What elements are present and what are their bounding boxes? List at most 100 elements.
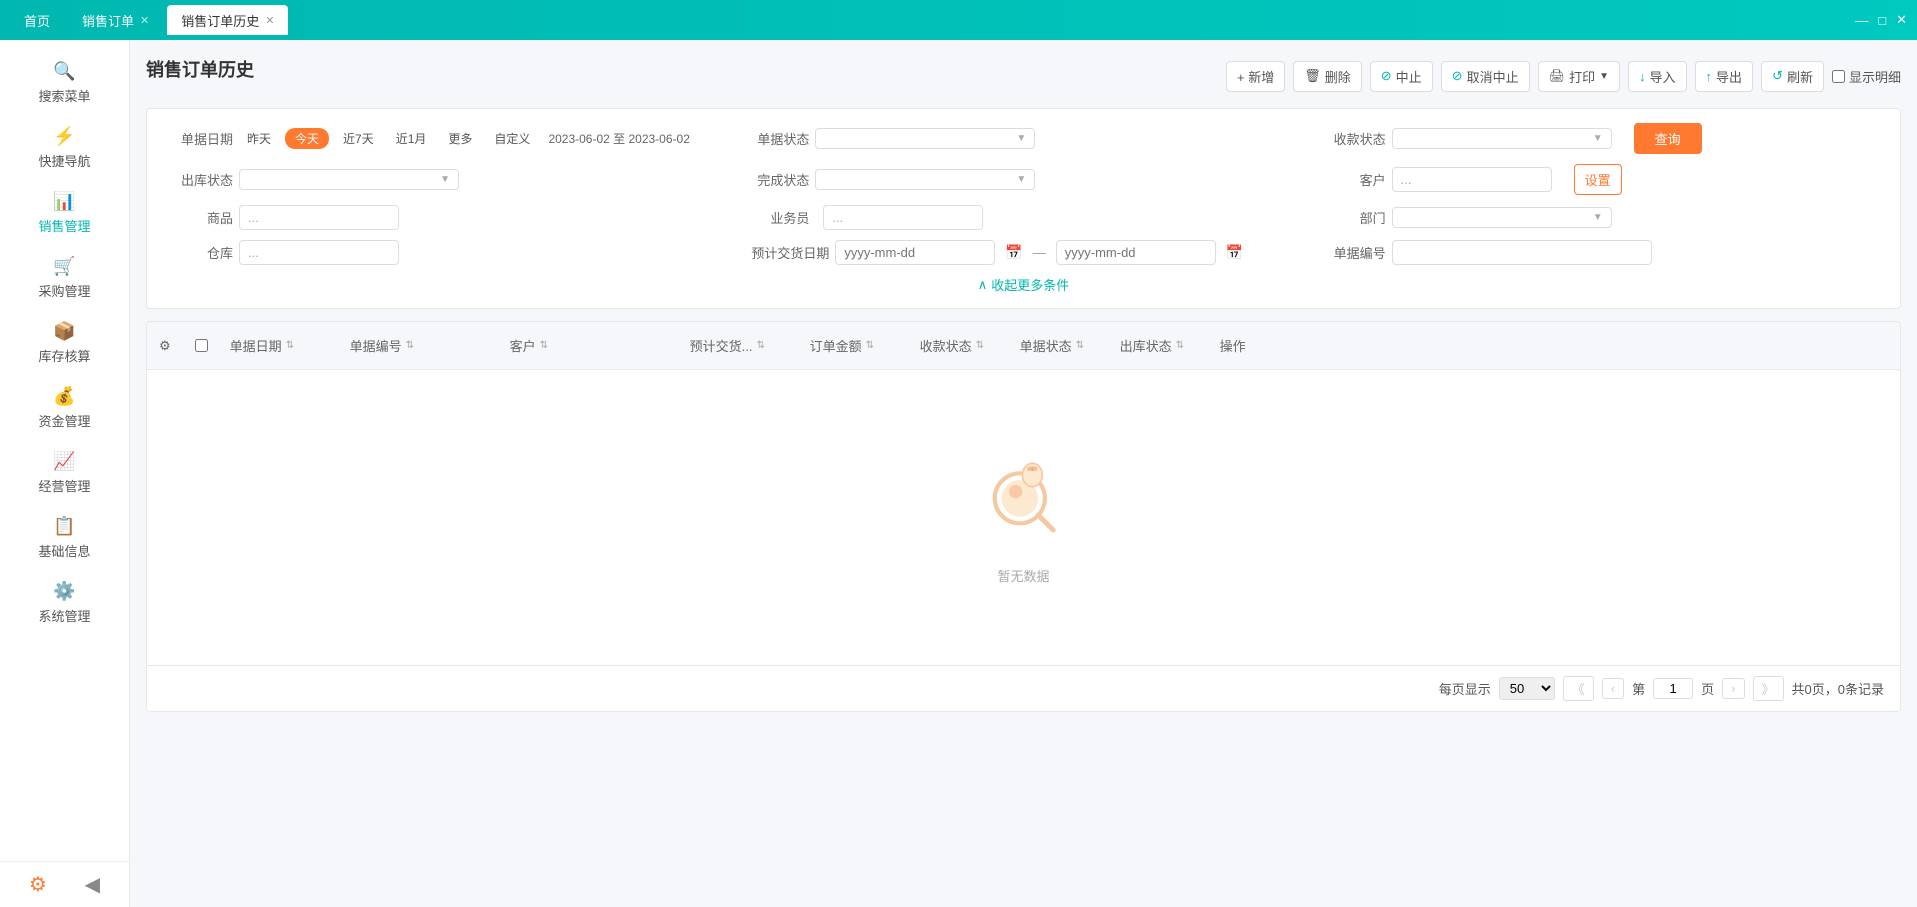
salesperson-label: 业务员 (739, 208, 809, 227)
page-input[interactable] (1653, 678, 1693, 699)
order-status-dropdown-icon: ▼ (1016, 133, 1026, 144)
select-all-checkbox[interactable] (195, 339, 208, 352)
stop-button[interactable]: ⊘ 中止 (1370, 61, 1433, 92)
th-delivery-sort[interactable]: ⇅ (757, 340, 765, 351)
page-size-select[interactable]: 50 10 20 100 (1499, 677, 1555, 700)
salesperson-input[interactable]: ... (823, 205, 983, 230)
main-layout: 🔍 搜索菜单 ⚡ 快捷导航 📊 销售管理 🛒 采购管理 📦 库存核算 💰 资金管… (0, 40, 1917, 907)
th-receipt-sort[interactable]: ⇅ (976, 340, 984, 351)
sidebar-item-sys-mgmt-label: 系统管理 (38, 606, 90, 625)
last-page-button[interactable]: 》 (1753, 676, 1784, 701)
date-btn-more[interactable]: 更多 (440, 128, 480, 149)
outbound-status-select[interactable]: ▼ (239, 169, 459, 190)
collapse-icon: ∧ (978, 277, 988, 293)
finance-icon: 💰 (54, 385, 76, 407)
th-number-sort[interactable]: ⇅ (406, 340, 414, 351)
date-label: 单据日期 (163, 129, 233, 148)
prev-page-button[interactable]: ‹ (1602, 678, 1624, 699)
th-settings[interactable]: ⚙ (147, 332, 183, 360)
sidebar-collapse-icon[interactable]: ◀ (85, 872, 100, 897)
show-detail-checkbox-wrap[interactable]: 显示明细 (1832, 67, 1901, 86)
customer-input[interactable]: ... (1392, 167, 1552, 192)
th-date-label: 单据日期 (230, 336, 282, 355)
page-label: 第 (1632, 679, 1645, 698)
date-btn-1month[interactable]: 近1月 (388, 128, 435, 149)
cancel-stop-button[interactable]: ⊘ 取消中止 (1441, 61, 1530, 92)
sidebar-item-basic-info[interactable]: 📋 基础信息 (0, 505, 129, 570)
empty-illustration (974, 450, 1074, 550)
order-status-select[interactable]: ▼ (815, 128, 1035, 149)
complete-status-label: 完成状态 (739, 170, 809, 189)
page-size-label: 每页显示 (1439, 679, 1491, 698)
collapse-row[interactable]: ∧ 收起更多条件 (163, 275, 1884, 294)
delivery-end-input[interactable] (1056, 240, 1216, 265)
sidebar-item-operations-label: 经营管理 (38, 476, 90, 495)
tab-sales-order-label: 销售订单 (82, 11, 134, 30)
import-button[interactable]: ↓ 导入 (1628, 61, 1687, 92)
sidebar-item-purchase-mgmt[interactable]: 🛒 采购管理 (0, 245, 129, 310)
th-outbound-label: 出库状态 (1120, 336, 1172, 355)
export-icon: ↑ (1706, 69, 1713, 84)
receipt-status-select[interactable]: ▼ (1392, 128, 1612, 149)
delivery-start-input[interactable] (835, 240, 995, 265)
tab-sales-order-close[interactable]: ✕ (140, 14, 149, 27)
sidebar-settings-icon[interactable]: ⚙ (29, 872, 47, 897)
top-right: — □ ✕ (1855, 12, 1907, 28)
th-date-sort[interactable]: ⇅ (286, 340, 294, 351)
settings-button[interactable]: 设置 (1574, 164, 1622, 195)
sidebar-item-finance[interactable]: 💰 资金管理 (0, 375, 129, 440)
th-outbound-sort[interactable]: ⇅ (1176, 340, 1184, 351)
window-maximize[interactable]: □ (1878, 13, 1886, 28)
tab-sales-order[interactable]: 销售订单 ✕ (68, 5, 163, 35)
department-select[interactable]: ▼ (1392, 207, 1612, 228)
delete-button[interactable]: 🗑 删除 (1293, 61, 1362, 92)
complete-status-select[interactable]: ▼ (815, 169, 1035, 190)
th-status-sort[interactable]: ⇅ (1076, 340, 1084, 351)
tab-sales-order-history[interactable]: 销售订单历史 ✕ (167, 5, 288, 35)
window-close[interactable]: ✕ (1896, 12, 1907, 28)
delivery-label: 预计交货日期 (739, 243, 829, 262)
th-receipt: 收款状态 ⇅ (910, 330, 1010, 361)
window-minimize[interactable]: — (1855, 13, 1868, 28)
next-page-button[interactable]: › (1722, 678, 1744, 699)
sidebar-item-operations[interactable]: 📈 经营管理 (0, 440, 129, 505)
sidebar-item-sys-mgmt[interactable]: ⚙️ 系统管理 (0, 570, 129, 635)
sidebar-item-search-menu[interactable]: 🔍 搜索菜单 (0, 50, 129, 115)
sidebar-item-purchase-mgmt-label: 采购管理 (38, 281, 90, 300)
th-checkbox[interactable] (183, 333, 220, 358)
th-action: 操作 (1210, 330, 1900, 361)
tab-home[interactable]: 首页 (10, 5, 64, 35)
th-amount-sort[interactable]: ⇅ (866, 340, 874, 351)
date-btn-7days[interactable]: 近7天 (335, 128, 382, 149)
th-customer-sort[interactable]: ⇅ (540, 340, 548, 351)
new-button[interactable]: + 新增 (1226, 61, 1285, 92)
goods-input[interactable]: ... (239, 205, 399, 230)
sidebar-item-sales-mgmt[interactable]: 📊 销售管理 (0, 180, 129, 245)
filter-customer-section: 客户 ... 设置 (1316, 164, 1884, 195)
filter-panel: 单据日期 昨天 今天 近7天 近1月 更多 自定义 2023-06-02 至 2… (146, 108, 1901, 309)
th-status-label: 单据状态 (1020, 336, 1072, 355)
print-button[interactable]: 🖨 打印 ▼ (1538, 61, 1620, 92)
warehouse-input[interactable]: ... (239, 240, 399, 265)
export-button[interactable]: ↑ 导出 (1695, 61, 1754, 92)
sidebar-item-finance-label: 资金管理 (38, 411, 90, 430)
date-btn-custom[interactable]: 自定义 (486, 128, 538, 149)
filter-row-3: 商品 ... 业务员 ... 部门 ▼ (163, 205, 1884, 230)
th-customer: 客户 ⇅ (500, 330, 680, 361)
tab-sales-order-history-close[interactable]: ✕ (265, 14, 274, 27)
delivery-start-calendar-icon[interactable]: 📅 (1005, 244, 1022, 261)
show-detail-checkbox[interactable] (1832, 70, 1845, 83)
date-btn-today[interactable]: 今天 (285, 128, 329, 149)
filter-goods-section: 商品 ... (163, 205, 731, 230)
delivery-end-calendar-icon[interactable]: 📅 (1226, 244, 1243, 261)
query-button[interactable]: 查询 (1634, 123, 1702, 154)
sidebar-item-inventory[interactable]: 📦 库存核算 (0, 310, 129, 375)
first-page-button[interactable]: 《 (1563, 676, 1594, 701)
orderno-input[interactable] (1392, 240, 1652, 265)
sales-mgmt-icon: 📊 (54, 190, 76, 212)
th-action-label: 操作 (1220, 336, 1246, 355)
date-btn-yesterday[interactable]: 昨天 (239, 128, 279, 149)
goods-label: 商品 (163, 208, 233, 227)
sidebar-item-quick-nav[interactable]: ⚡ 快捷导航 (0, 115, 129, 180)
refresh-button[interactable]: ↺ 刷新 (1761, 61, 1824, 92)
